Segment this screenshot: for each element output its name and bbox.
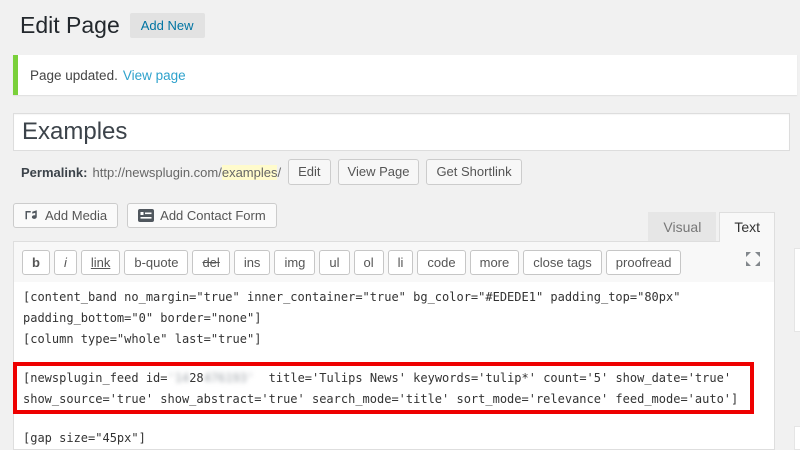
newsplugin-feed-line-1: [newsplugin_feed id='1428476193' title='…: [23, 368, 766, 389]
qt-bold-button[interactable]: b: [22, 250, 50, 275]
contact-form-icon: [138, 209, 155, 222]
notice-message: Page updated.: [30, 67, 118, 83]
view-page-link[interactable]: View page: [123, 68, 186, 83]
add-media-button[interactable]: Add Media: [13, 203, 119, 228]
add-media-icon: [24, 208, 39, 223]
feed-shortcode-rest: title='Tulips News' keywords='tulip*' co…: [254, 371, 732, 385]
code-line: [content_band no_margin="true" inner_con…: [23, 290, 681, 304]
qt-li-button[interactable]: li: [387, 250, 414, 275]
feed-id-visible: 28: [189, 371, 204, 385]
qt-ins-button[interactable]: ins: [233, 250, 271, 275]
page-title: Edit Page: [20, 12, 120, 38]
newsplugin-feed-line-2: show_source='true' show_abstract='true' …: [23, 392, 739, 406]
sidebar-sliver: [794, 248, 800, 332]
permalink-slug: examples: [221, 164, 278, 180]
qt-proofread-button[interactable]: proofread: [605, 250, 682, 275]
permalink-row: Permalink: http://newsplugin.com/example…: [21, 159, 522, 185]
qt-close-tags-button[interactable]: close tags: [523, 250, 602, 275]
qt-link-button[interactable]: link: [80, 250, 121, 275]
qt-italic-button[interactable]: i: [53, 250, 77, 275]
page-title-input[interactable]: [13, 113, 790, 151]
get-shortlink-button[interactable]: Get Shortlink: [426, 159, 522, 185]
page-header: Edit Page Add New: [20, 11, 205, 40]
qt-del-button[interactable]: del: [192, 250, 230, 275]
redacted-feed-id-left: '14: [167, 371, 190, 385]
tab-text[interactable]: Text: [719, 212, 775, 242]
view-page-button[interactable]: View Page: [337, 159, 420, 185]
fullscreen-expand-icon[interactable]: [745, 251, 761, 272]
text-editor: b i link b-quote del ins img ul ol li co…: [13, 241, 775, 450]
qt-ul-button[interactable]: ul: [319, 250, 350, 275]
redacted-feed-id-right: 476193': [203, 371, 255, 385]
qt-more-button[interactable]: more: [469, 250, 520, 275]
editor-textarea[interactable]: [content_band no_margin="true" inner_con…: [14, 282, 774, 449]
feed-shortcode-prefix: [newsplugin_feed id=: [23, 371, 168, 385]
editor-mode-tabs: Visual Text: [648, 212, 775, 242]
media-buttons-row: Add Media Add Contact Form: [13, 203, 277, 228]
permalink-label: Permalink:: [21, 164, 88, 180]
add-media-label: Add Media: [45, 208, 108, 223]
qt-ol-button[interactable]: ol: [353, 250, 384, 275]
add-contact-form-label: Add Contact Form: [160, 208, 266, 223]
quicktags-toolbar: b i link b-quote del ins img ul ol li co…: [14, 242, 774, 282]
add-contact-form-button[interactable]: Add Contact Form: [127, 203, 277, 228]
page-updated-notice: Page updated. View page: [13, 55, 797, 95]
qt-img-button[interactable]: img: [274, 250, 316, 275]
code-line: [gap size="45px"]: [23, 431, 146, 445]
permalink-url-suffix: /: [277, 164, 282, 180]
add-new-button[interactable]: Add New: [129, 13, 205, 38]
qt-code-button[interactable]: code: [417, 250, 466, 275]
code-line: padding_bottom="0" border="none"]: [23, 311, 262, 325]
qt-blockquote-button[interactable]: b-quote: [124, 250, 189, 275]
code-line: [column type="whole" last="true"]: [23, 332, 262, 346]
permalink-url-prefix: http://newsplugin.com/: [92, 164, 222, 180]
tab-visual[interactable]: Visual: [648, 212, 717, 241]
edit-permalink-button[interactable]: Edit: [288, 159, 331, 185]
sidebar-sliver: [794, 426, 800, 450]
